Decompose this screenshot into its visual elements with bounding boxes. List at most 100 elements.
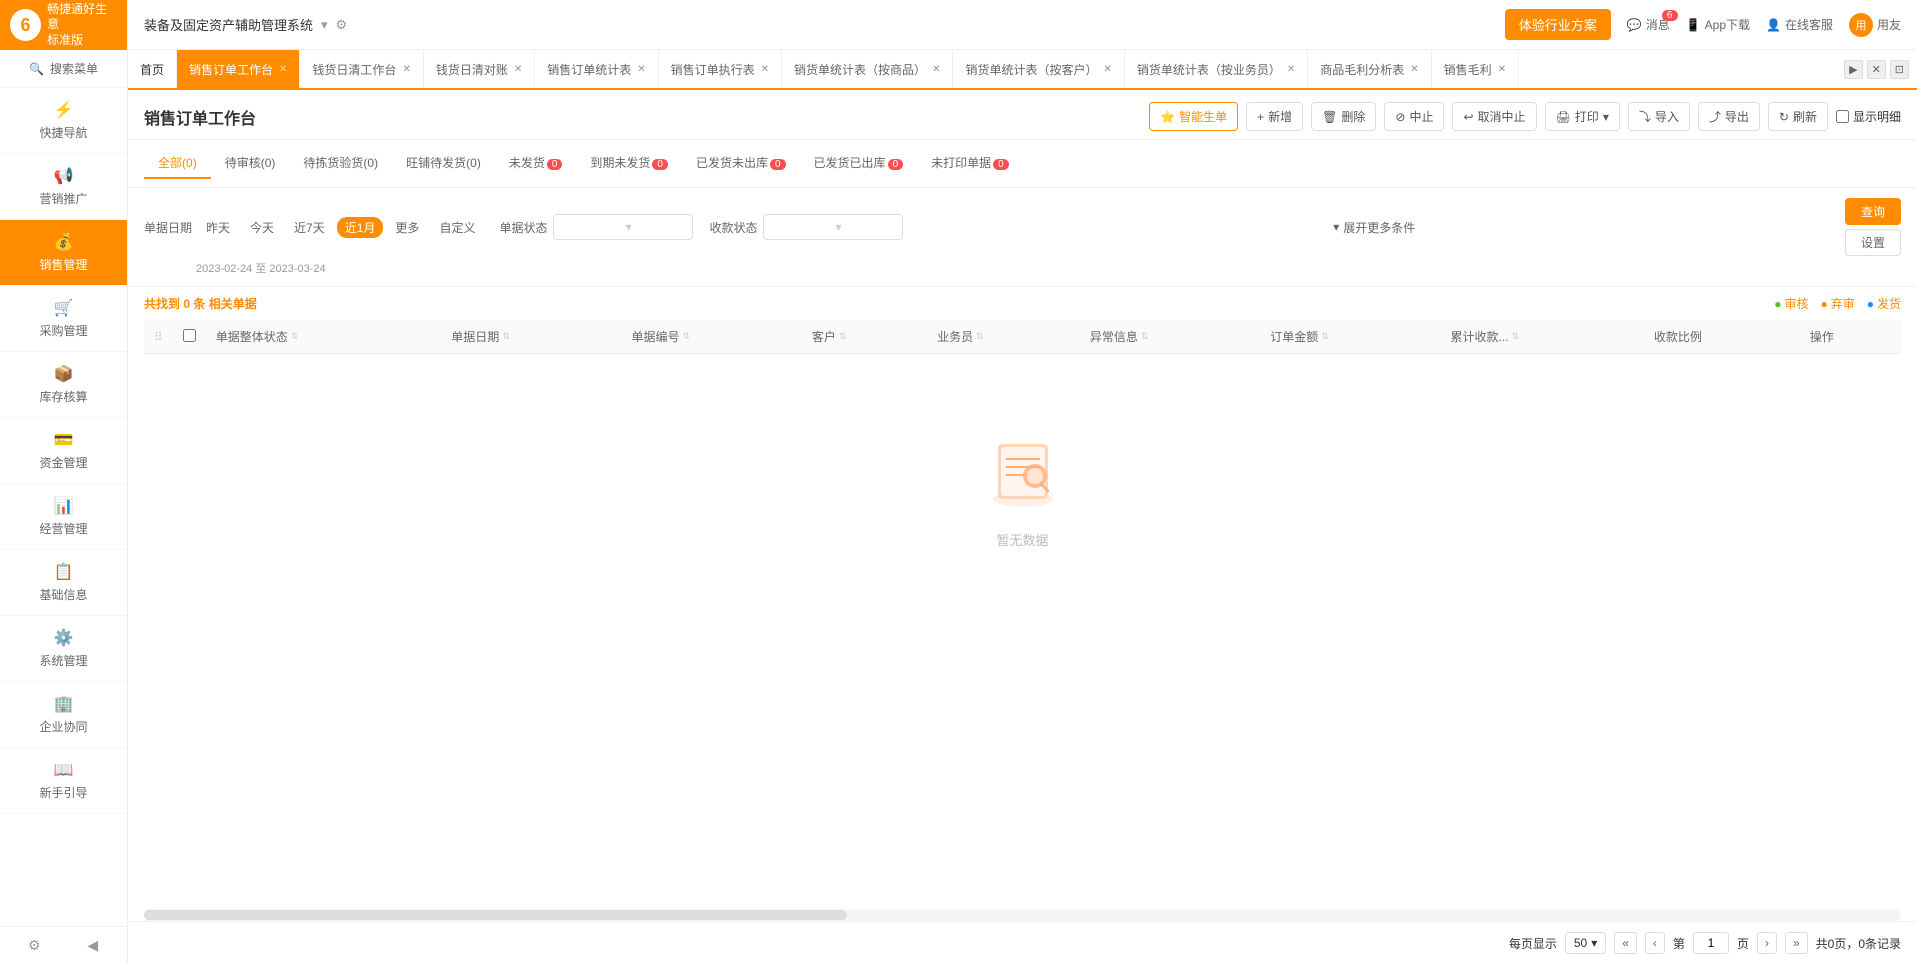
sidebar-item-enterprise[interactable]: 🏢 企业协同 <box>0 682 127 748</box>
sort-number[interactable]: 单据编号 ⇅ <box>632 328 792 345</box>
date-7days[interactable]: 近7天 <box>286 217 333 238</box>
tab-sales-workbench[interactable]: 销售订单工作台 ✕ <box>177 50 300 89</box>
payment-select[interactable]: ▾ <box>763 214 903 240</box>
settings-button[interactable]: ⚙ <box>10 937 59 954</box>
date-yesterday[interactable]: 昨天 <box>198 217 238 238</box>
sidebar-item-marketing[interactable]: 📢 营销推广 <box>0 154 127 220</box>
prev-page-button[interactable]: ‹ <box>1645 932 1665 954</box>
unaudit-button[interactable]: ● 弃审 <box>1820 295 1854 312</box>
delete-button[interactable]: 🗑 删除 <box>1311 102 1376 131</box>
export-button[interactable]: ⤴ 导出 <box>1698 102 1760 131</box>
date-1month[interactable]: 近1月 <box>337 217 384 238</box>
sidebar-item-finance[interactable]: 💳 资金管理 <box>0 418 127 484</box>
date-more[interactable]: 更多 <box>387 217 427 238</box>
tab-close-sales-stat[interactable]: ✕ <box>637 64 645 75</box>
cancel-stop-button[interactable]: ↩ 取消中止 <box>1452 102 1536 131</box>
tab-close-sales-workbench[interactable]: ✕ <box>279 64 287 75</box>
date-custom[interactable]: 自定义 <box>431 217 483 238</box>
sidebar-item-purchase[interactable]: 🛒 采购管理 <box>0 286 127 352</box>
query-button[interactable]: 查询 <box>1845 198 1901 225</box>
expand-conditions-button[interactable]: ▾ 展开更多条件 <box>1333 219 1415 236</box>
tab-margin-analysis[interactable]: 商品毛利分析表 ✕ <box>1308 50 1431 89</box>
sort-icon-amount: ⇅ <box>1321 331 1329 342</box>
filter-tab-expired-not-shipped[interactable]: 到期未发货0 <box>576 148 682 179</box>
tab-close-cash-reconcile[interactable]: ✕ <box>514 64 522 75</box>
tab-sales-summary-staff[interactable]: 销货单统计表（按业务员） ✕ <box>1125 50 1308 89</box>
tab-restore-button[interactable]: ⊡ <box>1890 60 1909 79</box>
show-detail-label[interactable]: 显示明细 <box>1836 108 1901 125</box>
topbar-dropdown-icon[interactable]: ▾ <box>321 17 328 33</box>
sort-collected[interactable]: 累计收款... ⇅ <box>1451 328 1634 345</box>
online-service-button[interactable]: 👤 在线客服 <box>1766 16 1833 33</box>
tab-sales-summary-product[interactable]: 销货单统计表（按商品） ✕ <box>782 50 953 89</box>
setting-button[interactable]: 设置 <box>1845 229 1901 256</box>
filter-tab-pending-review[interactable]: 待审核(0) <box>211 148 290 179</box>
tab-cash-daily[interactable]: 钱货日清工作台 ✕ <box>300 50 423 89</box>
import-button[interactable]: ⤵ 导入 <box>1628 102 1690 131</box>
sidebar-item-system[interactable]: ⚙️ 系统管理 <box>0 616 127 682</box>
sidebar-item-guide[interactable]: 📖 新手引导 <box>0 748 127 814</box>
filter-tab-not-shipped[interactable]: 未发货0 <box>495 148 577 179</box>
tab-close-sales-summary-customer[interactable]: ✕ <box>1103 64 1111 75</box>
message-button[interactable]: 💬 消息 6 <box>1627 16 1670 33</box>
smart-order-button[interactable]: ⭐ 智能生单 <box>1149 102 1238 131</box>
ship-button[interactable]: ● 发货 <box>1867 295 1901 312</box>
status-select[interactable]: ▾ <box>553 214 693 240</box>
sort-staff[interactable]: 业务员 ⇅ <box>937 328 1070 345</box>
sort-status[interactable]: 单据整体状态 ⇅ <box>216 328 431 345</box>
tab-sales-stat[interactable]: 销售订单统计表 ✕ <box>535 50 658 89</box>
audit-button[interactable]: ● 审核 <box>1774 295 1808 312</box>
filter-tab-not-printed[interactable]: 未打印单据0 <box>917 148 1023 179</box>
sort-abnormal[interactable]: 异常信息 ⇅ <box>1090 328 1250 345</box>
add-button[interactable]: + 新增 <box>1246 102 1303 131</box>
show-detail-checkbox[interactable] <box>1836 110 1849 123</box>
horizontal-scrollbar[interactable] <box>144 909 1901 921</box>
tab-home[interactable]: 首页 <box>128 50 177 89</box>
scrollbar-thumb[interactable] <box>144 910 847 920</box>
sidebar-item-basic-info[interactable]: 📋 基础信息 <box>0 550 127 616</box>
tab-close-margin-analysis[interactable]: ✕ <box>1410 64 1418 75</box>
date-today[interactable]: 今天 <box>242 217 282 238</box>
not-printed-badge: 0 <box>993 159 1009 170</box>
tab-close-sales-summary-product[interactable]: ✕ <box>932 64 940 75</box>
page-number-input[interactable] <box>1693 932 1729 954</box>
sort-amount[interactable]: 订单金额 ⇅ <box>1270 328 1430 345</box>
filter-tab-wangpu[interactable]: 旺铺待发货(0) <box>392 148 495 179</box>
tab-sales-exec[interactable]: 销售订单执行表 ✕ <box>659 50 782 89</box>
tab-cash-reconcile[interactable]: 钱货日清对账 ✕ <box>424 50 535 89</box>
payment-dropdown-icon: ▾ <box>835 220 894 234</box>
tab-close-sales-summary-staff[interactable]: ✕ <box>1287 64 1295 75</box>
tab-prev-button[interactable]: ▶ <box>1844 60 1862 79</box>
select-all-checkbox[interactable] <box>183 329 196 342</box>
filter-tab-pending-inspect[interactable]: 待拣货验货(0) <box>289 148 392 179</box>
tab-sales-profit[interactable]: 销售毛利 ✕ <box>1432 50 1519 89</box>
app-download-button[interactable]: 📱 App下载 <box>1686 16 1750 33</box>
print-button[interactable]: 🖨 打印 ▾ <box>1545 102 1620 131</box>
sidebar-item-operation[interactable]: 📊 经营管理 <box>0 484 127 550</box>
stop-button[interactable]: ⊘ 中止 <box>1384 102 1444 131</box>
filter-tab-all[interactable]: 全部(0) <box>144 148 211 179</box>
tab-close-sales-exec[interactable]: ✕ <box>761 64 769 75</box>
sidebar-item-sales[interactable]: 💰 销售管理 <box>0 220 127 286</box>
tab-close-sales-profit[interactable]: ✕ <box>1498 64 1506 75</box>
per-page-select[interactable]: 50 ▾ <box>1565 932 1606 954</box>
sidebar-item-search[interactable]: 🔍 搜索菜单 <box>0 50 127 88</box>
filter-tab-shipped-out[interactable]: 已发货已出库0 <box>800 148 918 179</box>
page-label: 第 <box>1673 935 1685 952</box>
last-page-button[interactable]: » <box>1785 932 1808 954</box>
sort-customer[interactable]: 客户 ⇅ <box>812 328 917 345</box>
collapse-button[interactable]: ◀ <box>69 937 118 954</box>
sort-date[interactable]: 单据日期 ⇅ <box>451 328 611 345</box>
sidebar-item-quick-nav[interactable]: ⚡ 快捷导航 <box>0 88 127 154</box>
user-avatar[interactable]: 用 用友 <box>1849 13 1901 37</box>
refresh-button[interactable]: ↻ 刷新 <box>1768 102 1828 131</box>
tab-close-all-button[interactable]: ✕ <box>1867 60 1886 79</box>
sidebar-item-inventory[interactable]: 📦 库存核算 <box>0 352 127 418</box>
first-page-button[interactable]: « <box>1614 932 1637 954</box>
tab-close-cash-daily[interactable]: ✕ <box>402 64 410 75</box>
next-page-button[interactable]: › <box>1757 932 1777 954</box>
tab-sales-summary-customer[interactable]: 销货单统计表（按客户） ✕ <box>953 50 1124 89</box>
filter-tab-shipped-not-out[interactable]: 已发货未出库0 <box>682 148 800 179</box>
industry-solution-button[interactable]: 体验行业方案 <box>1505 9 1611 40</box>
settings-icon[interactable]: ⚙ <box>336 17 348 33</box>
